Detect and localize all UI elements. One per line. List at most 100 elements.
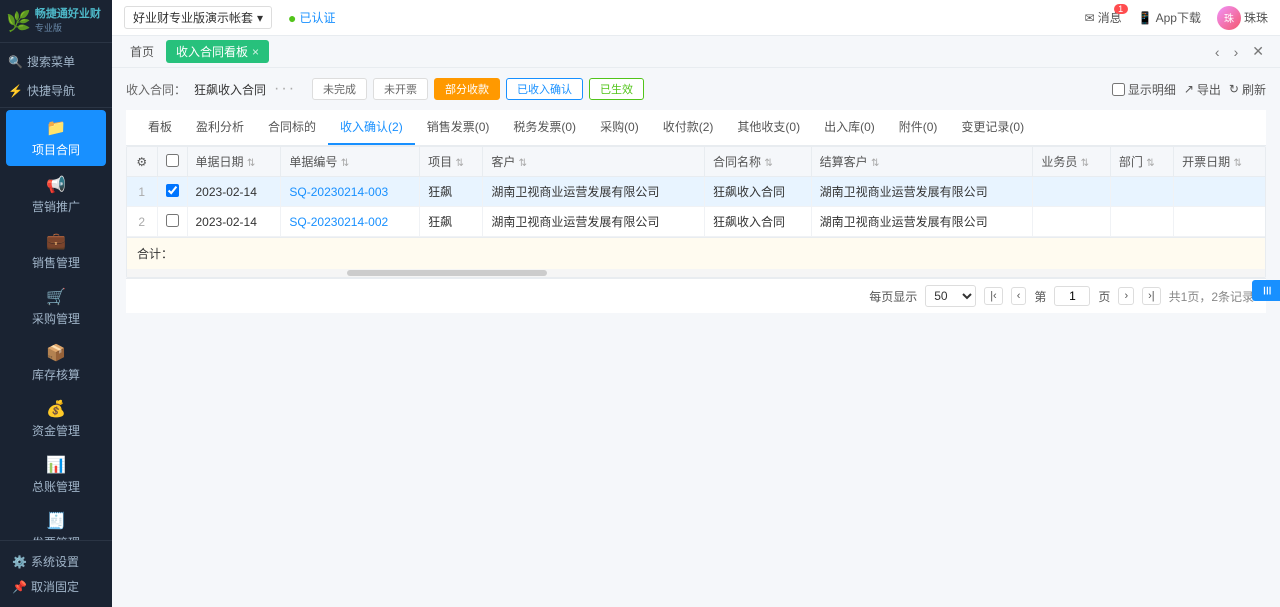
col-project-label: 项目 [428, 155, 452, 169]
more-btn[interactable]: ··· [274, 80, 296, 98]
records-table: ⚙ 单据日期 ⇅ 单据编号 ⇅ [127, 147, 1265, 237]
status-partial-receipt[interactable]: 部分收款 [434, 78, 500, 100]
user-name: 珠珠 [1244, 9, 1268, 26]
contract-tab[interactable]: 收入合同看板 × [166, 40, 269, 63]
status-incomplete[interactable]: 未完成 [312, 78, 367, 100]
scrollbar-thumb[interactable] [347, 270, 547, 276]
settings-icon[interactable]: ⚙ [136, 155, 147, 169]
row-num-2: 2 [127, 207, 157, 237]
user-avatar[interactable]: 珠 珠珠 [1217, 6, 1268, 30]
sidebar-label-purchase: 采购管理 [32, 310, 80, 327]
nav-close-icon[interactable]: ✕ [1248, 41, 1268, 62]
data-table: ⚙ 单据日期 ⇅ 单据编号 ⇅ [126, 146, 1266, 278]
sales-icon: 💼 [46, 231, 66, 251]
sort-customer-icon[interactable]: ⇅ [519, 158, 527, 169]
table-header-row: ⚙ 单据日期 ⇅ 单据编号 ⇅ [127, 147, 1265, 177]
sidebar-label-quicknav: 快捷导航 [27, 82, 75, 99]
tab-purchase[interactable]: 采购(0) [588, 110, 651, 145]
show-detail-label: 显示明细 [1112, 81, 1176, 98]
row-invoicedate-1 [1174, 177, 1265, 207]
sort-project-icon[interactable]: ⇅ [455, 158, 463, 169]
refresh-label: 刷新 [1242, 81, 1266, 98]
nav-prev-icon[interactable]: ‹ [1211, 42, 1224, 62]
inventory-icon: 📦 [46, 343, 66, 363]
header-actions: 显示明细 ↗ 导出 ↻ 刷新 [1112, 81, 1266, 98]
row-checkbox-2[interactable] [157, 207, 187, 237]
page-prev-btn[interactable]: ‹ [1011, 287, 1027, 305]
row-project-1: 狂飙 [420, 177, 483, 207]
row-link-2[interactable]: SQ-20230214-002 [289, 215, 388, 229]
avatar-circle: 珠 [1217, 6, 1241, 30]
page-next-btn[interactable]: › [1118, 287, 1134, 305]
app-version: 专业版 [35, 21, 101, 34]
sort-invoicedate-icon[interactable]: ⇅ [1233, 158, 1241, 169]
sort-salesman-icon[interactable]: ⇅ [1081, 158, 1089, 169]
status-uninvoiced[interactable]: 未开票 [373, 78, 428, 100]
tab-kanban[interactable]: 看板 [136, 110, 184, 145]
row-link-1[interactable]: SQ-20230214-003 [289, 185, 388, 199]
message-btn[interactable]: ✉ 1 消息 [1085, 9, 1122, 26]
tab-revenue-confirm[interactable]: 收入确认(2) [328, 110, 415, 145]
sidebar-item-invoice[interactable]: 🧾 发票管理 [0, 503, 112, 540]
nav-next-icon[interactable]: › [1230, 42, 1243, 62]
sidebar-item-ledger[interactable]: 📊 总账管理 [0, 447, 112, 503]
row-date-2: 2023-02-14 [187, 207, 281, 237]
tab-sales-invoice[interactable]: 销售发票(0) [415, 110, 502, 145]
sidebar-item-purchase[interactable]: 🛒 采购管理 [0, 279, 112, 335]
sidebar-item-search[interactable]: 🔍 搜索菜单 [0, 47, 112, 76]
app-download-btn[interactable]: 📱 App下载 [1138, 9, 1201, 26]
page-label: 第 [1034, 288, 1046, 305]
company-selector[interactable]: 好业财专业版演示帐套 ▾ [124, 6, 272, 29]
sidebar-item-project-contract[interactable]: 📁 项目合同 [6, 110, 106, 166]
tab-tax-invoice[interactable]: 税务发票(0) [501, 110, 588, 145]
col-invoicedate-label: 开票日期 [1182, 155, 1230, 169]
status-confirmed[interactable]: 已收入确认 [506, 78, 583, 100]
row-checkbox-1[interactable] [157, 177, 187, 207]
right-panel-icon[interactable]: ≡ [1257, 286, 1275, 295]
col-settle-customer: 结算客户 ⇅ [811, 147, 1033, 177]
show-detail-checkbox[interactable] [1112, 83, 1125, 96]
sidebar-item-inventory[interactable]: 📦 库存核算 [0, 335, 112, 391]
page-first-btn[interactable]: |‹ [984, 287, 1003, 305]
col-settle-label: 结算客户 [820, 155, 868, 169]
page-number-input[interactable] [1054, 286, 1090, 306]
tab-payment[interactable]: 收付款(2) [651, 110, 726, 145]
sidebar-item-unpin[interactable]: 📌 取消固定 [8, 574, 104, 599]
chevron-down-icon: ▾ [257, 11, 263, 25]
page-unit: 页 [1098, 288, 1110, 305]
status-active[interactable]: 已生效 [589, 78, 644, 100]
sort-date-icon[interactable]: ⇅ [247, 158, 255, 169]
tab-inout-stock[interactable]: 出入库(0) [812, 110, 887, 145]
page-last-btn[interactable]: ›| [1142, 287, 1161, 305]
lightning-icon: ⚡ [8, 84, 23, 98]
col-code: 单据编号 ⇅ [281, 147, 420, 177]
sidebar-item-settings[interactable]: ⚙️ 系统设置 [8, 549, 104, 574]
sidebar-item-marketing[interactable]: 📢 营销推广 [0, 167, 112, 223]
sidebar-item-quick-nav[interactable]: ⚡ 快捷导航 [0, 76, 112, 105]
sort-contract-icon[interactable]: ⇅ [764, 158, 772, 169]
tab-change-log[interactable]: 变更记录(0) [949, 110, 1036, 145]
home-tab[interactable]: 首页 [124, 39, 160, 64]
sort-settle-icon[interactable]: ⇅ [871, 158, 879, 169]
tab-close-icon[interactable]: × [252, 45, 259, 59]
export-btn[interactable]: ↗ 导出 [1184, 81, 1221, 98]
status-buttons: 未完成 未开票 部分收款 已收入确认 已生效 [312, 78, 644, 100]
sidebar-item-finance[interactable]: 💰 资金管理 [0, 391, 112, 447]
sort-code-icon[interactable]: ⇅ [341, 158, 349, 169]
col-contract: 合同名称 ⇅ [704, 147, 811, 177]
total-row: 合计： [127, 237, 1265, 269]
select-all-checkbox[interactable] [166, 154, 179, 167]
sidebar-item-sales[interactable]: 💼 销售管理 [0, 223, 112, 279]
settings-icon: ⚙️ [12, 555, 27, 569]
row-invoicedate-2 [1174, 207, 1265, 237]
horizontal-scrollbar[interactable] [127, 269, 1265, 277]
sort-dept-icon[interactable]: ⇅ [1146, 158, 1154, 169]
tab-profit-analysis[interactable]: 盈利分析 [184, 110, 256, 145]
page-size-select[interactable]: 50 100 200 [925, 285, 976, 307]
tab-other-income[interactable]: 其他收支(0) [725, 110, 812, 145]
message-badge: 1 [1114, 4, 1128, 14]
tab-attachments[interactable]: 附件(0) [887, 110, 950, 145]
tab-contract-subject[interactable]: 合同标的 [256, 110, 328, 145]
refresh-btn[interactable]: ↻ 刷新 [1229, 81, 1266, 98]
inner-tabs: 看板 盈利分析 合同标的 收入确认(2) 销售发票(0) 税务发票(0) 采购(… [126, 110, 1266, 146]
